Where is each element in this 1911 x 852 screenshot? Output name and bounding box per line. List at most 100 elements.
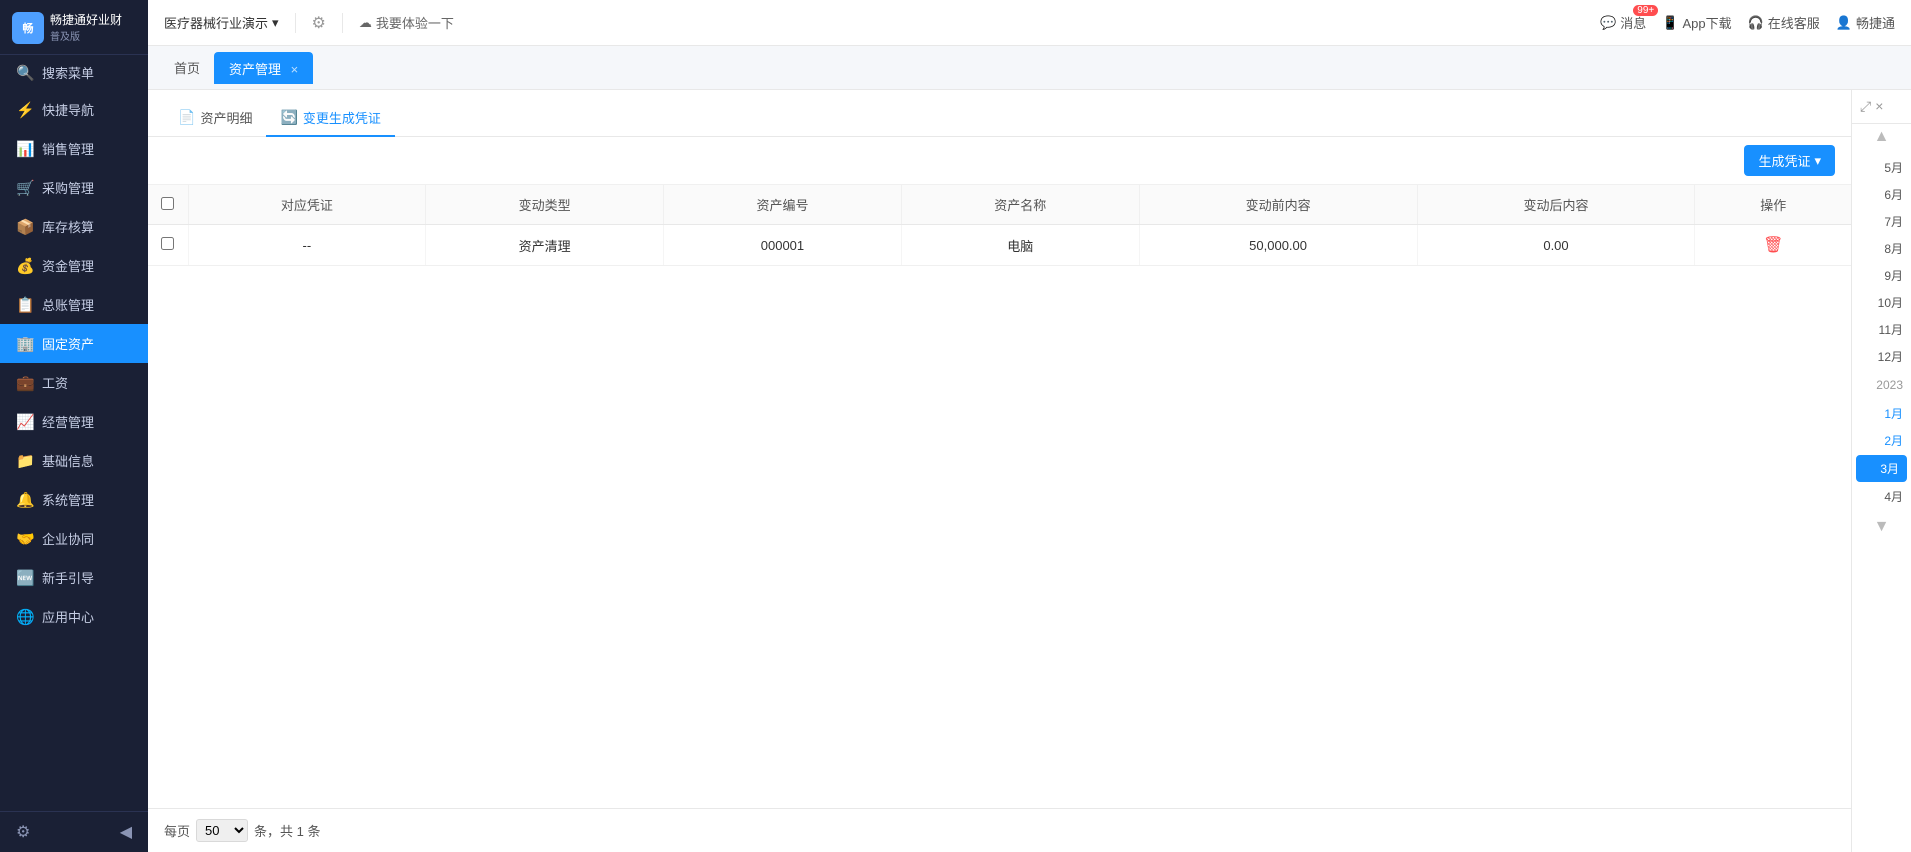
company-name: 医疗器械行业演示 [164,13,268,32]
row-checkbox[interactable] [161,237,174,250]
sidebar-item-label: 采购管理 [42,178,94,197]
sidebar-item-label: 固定资产 [42,334,94,353]
right-panel-close-icon[interactable]: × [1875,98,1883,115]
sidebar-item-system[interactable]: 🔔 系统管理 [0,480,148,519]
app-version: 普及版 [50,28,122,43]
ledger-icon: 📋 [16,296,34,314]
sub-tabs: 📄 资产明细 🔄 变更生成凭证 [148,90,1851,137]
salary-icon: 💼 [16,374,34,392]
sidebar-nav-scroll: 🔍 搜索菜单 ⚡ 快捷导航 📊 销售管理 🛒 采购管理 📦 库存核算 💰 资金管… [0,55,148,811]
messages-btn[interactable]: 💬 消息 99+ [1600,13,1646,32]
generate-voucher-button[interactable]: 生成凭证 ▾ [1744,145,1835,176]
settings-icon[interactable]: ⚙ [16,822,30,842]
sidebar-item-finance[interactable]: 💰 资金管理 [0,246,148,285]
month-item-10[interactable]: 10月 [1852,289,1911,316]
sub-tab-asset-detail[interactable]: 📄 资产明细 [164,100,266,137]
right-panel-expand-icon[interactable]: ⤢ [1860,98,1871,115]
per-page-select[interactable]: 10 20 50 100 [196,819,248,842]
row-asset-name: 电脑 [901,225,1139,266]
right-panel: ⤢ × ▲ 5月 6月 7月 8月 9月 10月 11月 12月 2023 1月… [1851,90,1911,852]
app-download-label: App下载 [1682,13,1731,32]
month-item-9[interactable]: 9月 [1852,262,1911,289]
month-item-11[interactable]: 11月 [1852,316,1911,343]
topbar-settings-icon[interactable]: ⚙ [312,13,326,33]
sidebar-item-label: 基础信息 [42,451,94,470]
customer-service-icon: 🎧 [1748,15,1764,31]
sidebar-item-sales[interactable]: 📊 销售管理 [0,129,148,168]
sidebar-item-enterprise[interactable]: 🤝 企业协同 [0,519,148,558]
row-action-cell: 🗑 [1695,225,1851,266]
month-item-3[interactable]: 3月 [1856,455,1907,482]
sales-icon: 📊 [16,140,34,158]
sub-tab-label: 变更生成凭证 [303,108,381,127]
sidebar-item-salary[interactable]: 💼 工资 [0,363,148,402]
row-asset-no: 000001 [664,225,902,266]
sidebar-item-purchase[interactable]: 🛒 采购管理 [0,168,148,207]
row-voucher: -- [188,225,426,266]
sidebar-item-quick-nav[interactable]: ⚡ 快捷导航 [0,90,148,129]
tab-asset-management[interactable]: 资产管理 × [214,52,313,84]
page-panel: 📄 资产明细 🔄 变更生成凭证 生成凭证 ▾ [148,90,1851,852]
search-icon: 🔍 [16,64,34,82]
logo-text-block: 畅捷通好业财 普及版 [50,13,122,44]
user-label: 畅捷通 [1856,13,1895,32]
tab-label: 资产管理 [229,62,281,77]
total-label: 条，共 1 条 [254,821,320,840]
sidebar-item-fixed-assets[interactable]: 🏢 固定资产 [0,324,148,363]
sidebar-bottom: ⚙ ◀ [0,811,148,852]
enterprise-icon: 🤝 [16,530,34,548]
sidebar-item-label: 经营管理 [42,412,94,431]
basic-info-icon: 📁 [16,452,34,470]
sidebar-item-basic-info[interactable]: 📁 基础信息 [0,441,148,480]
month-item-4[interactable]: 4月 [1852,483,1911,510]
sidebar-item-guide[interactable]: 🆕 新手引导 [0,558,148,597]
collapse-icon[interactable]: ◀ [120,822,132,842]
sub-tab-change-voucher[interactable]: 🔄 变更生成凭证 [266,100,394,137]
select-all-th [148,185,188,225]
month-item-5[interactable]: 5月 [1852,154,1911,181]
customer-service-btn[interactable]: 🎧 在线客服 [1748,13,1820,32]
month-item-6[interactable]: 6月 [1852,181,1911,208]
company-selector[interactable]: 医疗器械行业演示 ▾ [164,13,279,32]
th-action: 操作 [1695,185,1851,225]
sidebar-item-app-center[interactable]: 🌐 应用中心 [0,597,148,636]
nav-arrow-up[interactable]: ▲ [1852,124,1911,150]
user-btn[interactable]: 👤 畅捷通 [1836,13,1895,32]
month-item-2[interactable]: 2月 [1852,427,1911,454]
try-feature-btn[interactable]: ☁ 我要体验一下 [359,13,454,32]
sidebar-search[interactable]: 🔍 搜索菜单 [0,55,148,90]
th-voucher: 对应凭证 [188,185,426,225]
th-after-change: 变动后内容 [1417,185,1695,225]
main-area: 医疗器械行业演示 ▾ ⚙ ☁ 我要体验一下 💬 消息 99+ 📱 App下载 🎧… [148,0,1911,852]
month-item-8[interactable]: 8月 [1852,235,1911,262]
content-area: 📄 资产明细 🔄 变更生成凭证 生成凭证 ▾ [148,90,1911,852]
tab-close-icon[interactable]: × [291,62,299,77]
logo-icon: 畅 [12,12,44,44]
sidebar-item-inventory[interactable]: 📦 库存核算 [0,207,148,246]
topbar-divider2 [342,13,343,33]
tabsbar: 首页 资产管理 × [148,46,1911,90]
year-section-2023: 1月 2月 3月 4月 [1852,396,1911,514]
nav-arrow-down[interactable]: ▼ [1852,514,1911,540]
month-item-12[interactable]: 12月 [1852,343,1911,370]
year-section-prev: 5月 6月 7月 8月 9月 10月 11月 12月 [1852,150,1911,374]
tab-home[interactable]: 首页 [164,52,210,83]
sidebar-item-label: 应用中心 [42,607,94,626]
try-label: 我要体验一下 [376,13,454,32]
month-item-1[interactable]: 1月 [1852,400,1911,427]
search-label: 搜索菜单 [42,63,94,82]
sidebar-item-ledger[interactable]: 📋 总账管理 [0,285,148,324]
sidebar-logo: 畅 畅捷通好业财 普及版 [0,0,148,55]
customer-service-label: 在线客服 [1768,13,1820,32]
delete-icon[interactable]: 🗑 [1763,237,1783,254]
month-item-7[interactable]: 7月 [1852,208,1911,235]
purchase-icon: 🛒 [16,179,34,197]
cloud-icon: ☁ [359,15,372,31]
company-dropdown-icon: ▾ [272,15,279,31]
app-download-btn[interactable]: 📱 App下载 [1662,13,1731,32]
management-icon: 📈 [16,413,34,431]
quick-nav-icon: ⚡ [16,101,34,119]
select-all-checkbox[interactable] [161,197,174,210]
sidebar-item-management[interactable]: 📈 经营管理 [0,402,148,441]
fixed-assets-icon: 🏢 [16,335,34,353]
